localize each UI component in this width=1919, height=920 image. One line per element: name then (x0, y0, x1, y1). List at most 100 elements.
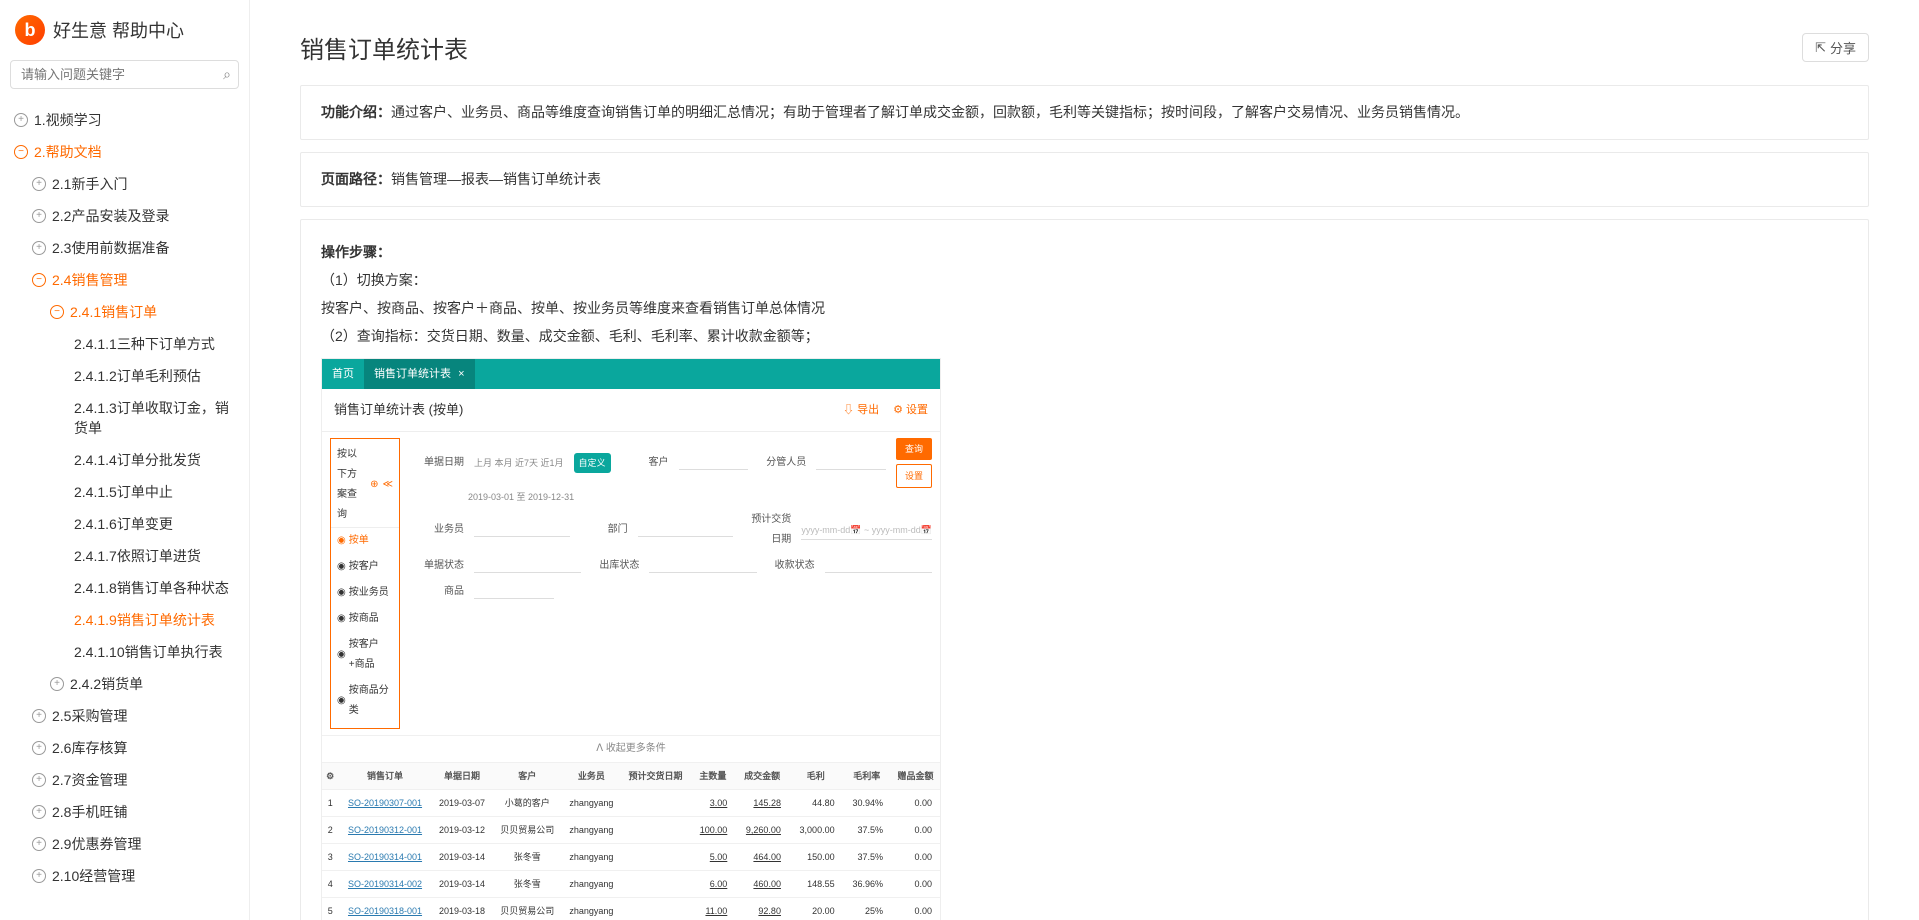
nav-item[interactable]: −2.4销售管理 (28, 264, 239, 296)
nav-item[interactable]: 2.4.1.3订单收取订金，销货单 (70, 392, 239, 444)
share-label: 分享 (1830, 38, 1856, 57)
export-link: ⇩ 导出 (843, 399, 879, 421)
collapse-icon[interactable]: − (50, 305, 64, 319)
expand-icon[interactable]: + (32, 209, 46, 223)
nav-item[interactable]: +2.1新手入门 (28, 168, 239, 200)
nav-label: 2.3使用前数据准备 (52, 238, 169, 258)
nav-label: 2.4.1销售订单 (70, 302, 157, 322)
shot-subtitle: 销售订单统计表 (按单) (334, 397, 463, 423)
nav-label: 2.帮助文档 (34, 142, 102, 162)
expand-icon[interactable]: + (32, 869, 46, 883)
scheme-item: ◉按商品 (331, 606, 399, 632)
nav-item[interactable]: +2.10经营管理 (28, 860, 239, 892)
search-icon[interactable]: ⌕ (223, 66, 231, 83)
path-label: 页面路径： (321, 171, 391, 187)
share-button[interactable]: ⇱ 分享 (1802, 33, 1869, 62)
search-box: ⌕ (10, 60, 239, 89)
page-title: 销售订单统计表 (300, 30, 468, 65)
nav-item[interactable]: 2.4.1.10销售订单执行表 (70, 636, 239, 668)
nav-label: 2.7资金管理 (52, 770, 127, 790)
search-input[interactable] (10, 60, 239, 89)
expand-icon[interactable]: + (32, 709, 46, 723)
nav-item[interactable]: 2.4.1.2订单毛利预估 (70, 360, 239, 392)
nav-label: 2.10经营管理 (52, 866, 135, 886)
nav-item[interactable]: 2.4.1.6订单变更 (70, 508, 239, 540)
nav-label: 2.4.1.7依照订单进货 (74, 546, 201, 566)
steps-block: 操作步骤： （1）切换方案： 按客户、按商品、按客户＋商品、按单、按业务员等维度… (300, 219, 1869, 920)
nav-label: 2.4.1.1三种下订单方式 (74, 334, 215, 354)
nav-item[interactable]: +2.4.2销货单 (46, 668, 239, 700)
nav-item[interactable]: +1.视频学习 (10, 104, 239, 136)
nav-label: 1.视频学习 (34, 110, 102, 130)
logo-icon: b (15, 15, 45, 45)
nav-item[interactable]: 2.4.1.8销售订单各种状态 (70, 572, 239, 604)
logo-row: b 好生意 帮助中心 (10, 15, 239, 45)
scheme-item: ◉按商品分类 (331, 678, 399, 724)
nav-label: 2.8手机旺铺 (52, 802, 127, 822)
path-card: 页面路径：销售管理—报表—销售订单统计表 (300, 152, 1869, 207)
shot-header: 销售订单统计表 (按单) ⇩ 导出 ⚙ 设置 (322, 389, 940, 432)
shot-tab-report: 销售订单统计表 × (364, 359, 475, 389)
collapse-icon[interactable]: − (32, 273, 46, 287)
nav-label: 2.4.2销货单 (70, 674, 143, 694)
shot-tab-home: 首页 (322, 359, 364, 389)
nav-item[interactable]: −2.帮助文档 (10, 136, 239, 168)
nav-item[interactable]: +2.5采购管理 (28, 700, 239, 732)
nav-item[interactable]: 2.4.1.1三种下订单方式 (70, 328, 239, 360)
nav-label: 2.1新手入门 (52, 174, 127, 194)
step2-text: （2）查询指标：交货日期、数量、成交金额、毛利、毛利率、累计收款金额等； (321, 322, 1848, 350)
nav-item[interactable]: +2.9优惠券管理 (28, 828, 239, 860)
nav-label: 2.4.1.9销售订单统计表 (74, 610, 215, 630)
nav-item[interactable]: −2.4.1销售订单 (46, 296, 239, 328)
main-content: 销售订单统计表 ⇱ 分享 功能介绍：通过客户、业务员、商品等维度查询销售订单的明… (250, 0, 1919, 920)
nav-item[interactable]: 2.4.1.9销售订单统计表 (70, 604, 239, 636)
nav-item[interactable]: 2.4.1.4订单分批发货 (70, 444, 239, 476)
nav-item[interactable]: +2.6库存核算 (28, 732, 239, 764)
app-name: 好生意 帮助中心 (53, 17, 184, 43)
intro-text: 通过客户、业务员、商品等维度查询销售订单的明细汇总情况；有助于管理者了解订单成交… (391, 104, 1469, 120)
search-btn: 查询 (896, 438, 932, 460)
nav-label: 2.4.1.8销售订单各种状态 (74, 578, 229, 598)
nav-item[interactable]: 2.4.1.7依照订单进货 (70, 540, 239, 572)
nav-item[interactable]: +2.2产品安装及登录 (28, 200, 239, 232)
table-row: 3SO-20190314-0012019-03-14张冬雪zhangyang5.… (322, 844, 940, 871)
expand-icon[interactable]: + (32, 241, 46, 255)
shot-tabs: 首页 销售订单统计表 × (322, 359, 940, 389)
expand-icon[interactable]: + (32, 805, 46, 819)
expand-icon[interactable]: + (32, 741, 46, 755)
expand-icon[interactable]: + (50, 677, 64, 691)
steps-label: 操作步骤： (321, 238, 1848, 266)
nav-item[interactable]: +2.8手机旺铺 (28, 796, 239, 828)
scheme-item: ◉按单 (331, 528, 399, 554)
nav-label: 2.9优惠券管理 (52, 834, 141, 854)
sidebar: b 好生意 帮助中心 ⌕ +1.视频学习−2.帮助文档+2.1新手入门+2.2产… (0, 0, 250, 920)
setting-link: ⚙ 设置 (893, 399, 928, 421)
scheme-item: ◉按客户+商品 (331, 632, 399, 678)
screenshot-1: 首页 销售订单统计表 × 销售订单统计表 (按单) ⇩ 导出 ⚙ 设置 按以下方… (321, 358, 941, 920)
nav-label: 2.4.1.10销售订单执行表 (74, 642, 223, 662)
nav-item[interactable]: 2.4.1.5订单中止 (70, 476, 239, 508)
title-row: 销售订单统计表 ⇱ 分享 (300, 30, 1869, 65)
table-row: 5SO-20190318-0012019-03-18贝贝贸易公司zhangyan… (322, 898, 940, 920)
shot-table: ⚙销售订单单据日期客户业务员预计交货日期主数量成交金额毛利毛利率赠品金额 1SO… (322, 763, 940, 920)
nav-label: 2.4.1.5订单中止 (74, 482, 173, 502)
expand-icon[interactable]: + (32, 177, 46, 191)
intro-card: 功能介绍：通过客户、业务员、商品等维度查询销售订单的明细汇总情况；有助于管理者了… (300, 85, 1869, 140)
nav-label: 2.4.1.6订单变更 (74, 514, 173, 534)
nav-label: 2.5采购管理 (52, 706, 127, 726)
collapse-bar: ᐱ 收起更多条件 (322, 735, 940, 763)
nav-item[interactable]: +2.7资金管理 (28, 764, 239, 796)
nav-tree: +1.视频学习−2.帮助文档+2.1新手入门+2.2产品安装及登录+2.3使用前… (10, 104, 239, 892)
shot-scheme-panel: 按以下方案查询 ⊕≪ ◉按单◉按客户◉按业务员◉按商品◉按客户+商品◉按商品分类 (330, 438, 400, 729)
scheme-item: ◉按客户 (331, 554, 399, 580)
nav-item[interactable]: +2.3使用前数据准备 (28, 232, 239, 264)
table-row: 4SO-20190314-0022019-03-14张冬雪zhangyang6.… (322, 871, 940, 898)
expand-icon[interactable]: + (32, 773, 46, 787)
expand-icon[interactable]: + (32, 837, 46, 851)
expand-icon[interactable]: + (14, 113, 28, 127)
nav-label: 2.4.1.4订单分批发货 (74, 450, 201, 470)
table-row: 2SO-20190312-0012019-03-12贝贝贸易公司zhangyan… (322, 817, 940, 844)
nav-label: 2.4.1.2订单毛利预估 (74, 366, 201, 386)
collapse-icon[interactable]: − (14, 145, 28, 159)
intro-label: 功能介绍： (321, 104, 391, 120)
